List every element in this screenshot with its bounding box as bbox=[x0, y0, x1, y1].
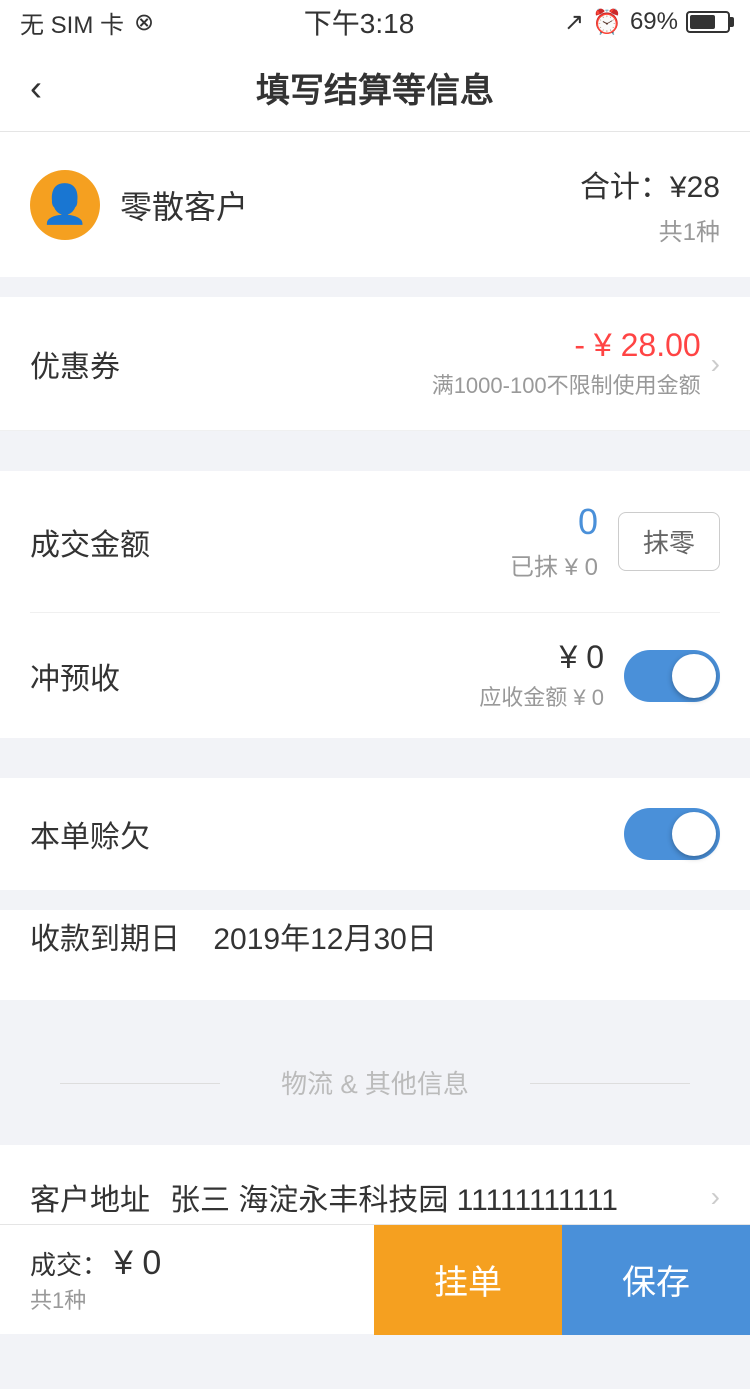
customer-name: 零散客户 bbox=[120, 182, 248, 228]
coupon-desc: 满1000-100不限制使用金额 bbox=[432, 368, 701, 400]
prepay-value: ¥ 0 bbox=[479, 639, 604, 676]
address-chevron-icon: › bbox=[711, 1181, 720, 1213]
carrier-text: 无 SIM 卡 bbox=[20, 5, 124, 40]
bottom-deal-row: 成交： ¥ 0 bbox=[30, 1244, 344, 1283]
coupon-section: 优惠券 - ¥ 28.00 满1000-100不限制使用金额 › bbox=[0, 297, 750, 431]
transaction-value: 0 bbox=[510, 501, 598, 543]
total-label: 合计：¥28 bbox=[580, 162, 720, 206]
chevron-right-icon: › bbox=[711, 348, 720, 380]
credit-label: 本单赊欠 bbox=[30, 812, 150, 856]
content-area: 👤 零散客户 合计：¥28 共1种 优惠券 - ¥ 28.00 满1000-10… bbox=[0, 132, 750, 1389]
coupon-label: 优惠券 bbox=[30, 342, 120, 386]
due-date-label: 收款到期日 2019年12月30日 bbox=[30, 923, 437, 956]
logistics-divider: 物流 & 其他信息 bbox=[0, 1040, 750, 1125]
prepay-amount: ¥ 0 应收金额 ¥ 0 bbox=[479, 639, 604, 712]
status-time: 下午3:18 bbox=[304, 2, 415, 42]
prepay-row: 冲预收 ¥ 0 应收金额 ¥ 0 bbox=[0, 613, 750, 738]
transaction-amount-row: 成交金额 0 已抹 ¥ 0 抹零 bbox=[30, 471, 720, 613]
avatar: 👤 bbox=[30, 170, 100, 240]
battery-text: 69% bbox=[630, 8, 678, 36]
customer-row: 👤 零散客户 合计：¥28 共1种 bbox=[0, 132, 750, 277]
amount-value-wrap: 0 已抹 ¥ 0 bbox=[510, 501, 598, 582]
round-zero-button[interactable]: 抹零 bbox=[618, 512, 720, 571]
status-left: 无 SIM 卡 ⊗ bbox=[20, 5, 154, 40]
deal-label: 成交： bbox=[30, 1245, 108, 1282]
customer-info: 👤 零散客户 bbox=[30, 170, 248, 240]
prepay-toggle[interactable] bbox=[624, 650, 720, 702]
bottom-bar: 成交： ¥ 0 共1种 挂单 保存 bbox=[0, 1224, 750, 1334]
coupon-row[interactable]: 优惠券 - ¥ 28.00 满1000-100不限制使用金额 › bbox=[0, 297, 750, 431]
transaction-right: 0 已抹 ¥ 0 抹零 bbox=[510, 501, 720, 582]
customer-total: 合计：¥28 共1种 bbox=[580, 162, 720, 247]
credit-row: 本单赊欠 bbox=[30, 778, 720, 890]
bottom-summary: 成交： ¥ 0 共1种 bbox=[0, 1244, 374, 1315]
coupon-right: - ¥ 28.00 满1000-100不限制使用金额 › bbox=[432, 327, 720, 400]
prepay-sub: 应收金额 ¥ 0 bbox=[479, 680, 604, 712]
section-separator-3 bbox=[0, 1020, 750, 1040]
section-separator-1 bbox=[0, 451, 750, 471]
pending-button[interactable]: 挂单 bbox=[374, 1225, 562, 1335]
due-date-row: 收款到期日 2019年12月30日 bbox=[0, 910, 750, 1000]
prepay-right: ¥ 0 应收金额 ¥ 0 bbox=[479, 639, 720, 712]
prepay-label: 冲预收 bbox=[30, 654, 120, 698]
section-separator-2 bbox=[0, 758, 750, 778]
total-count: 共1种 bbox=[580, 212, 720, 247]
prepay-section: 冲预收 ¥ 0 应收金额 ¥ 0 bbox=[0, 613, 750, 738]
back-button[interactable]: ‹ bbox=[30, 67, 42, 109]
deal-count: 共1种 bbox=[30, 1283, 344, 1315]
wifi-icon: ⊗ bbox=[134, 8, 154, 37]
address-label: 客户地址 bbox=[30, 1175, 150, 1219]
location-icon: ↗ bbox=[564, 8, 584, 37]
status-right: ↗ ⏰ 69% bbox=[564, 8, 730, 37]
coupon-info: - ¥ 28.00 满1000-100不限制使用金额 bbox=[432, 327, 701, 400]
coupon-discount: - ¥ 28.00 bbox=[432, 327, 701, 364]
toggle-knob bbox=[672, 654, 716, 698]
battery-icon bbox=[686, 11, 730, 33]
deal-value: ¥ 0 bbox=[114, 1244, 161, 1283]
address-value: 张三 海淀永丰科技园 11111111111 bbox=[170, 1175, 711, 1219]
credit-section: 本单赊欠 bbox=[0, 778, 750, 890]
save-button[interactable]: 保存 bbox=[562, 1225, 750, 1335]
nav-bar: ‹ 填写结算等信息 bbox=[0, 44, 750, 132]
due-date-value: 2019年12月30日 bbox=[213, 923, 436, 956]
due-label-text: 收款到期日 bbox=[30, 923, 180, 956]
page-title: 填写结算等信息 bbox=[256, 63, 494, 112]
logistics-label: 物流 & 其他信息 bbox=[281, 1069, 469, 1099]
transaction-sub: 已抹 ¥ 0 bbox=[510, 547, 598, 582]
alarm-icon: ⏰ bbox=[592, 8, 622, 37]
section-separator-4 bbox=[0, 1125, 750, 1145]
status-bar: 无 SIM 卡 ⊗ 下午3:18 ↗ ⏰ 69% bbox=[0, 0, 750, 44]
transaction-label: 成交金额 bbox=[30, 520, 150, 564]
credit-toggle-knob bbox=[672, 812, 716, 856]
credit-toggle[interactable] bbox=[624, 808, 720, 860]
amount-section: 成交金额 0 已抹 ¥ 0 抹零 bbox=[0, 471, 750, 613]
